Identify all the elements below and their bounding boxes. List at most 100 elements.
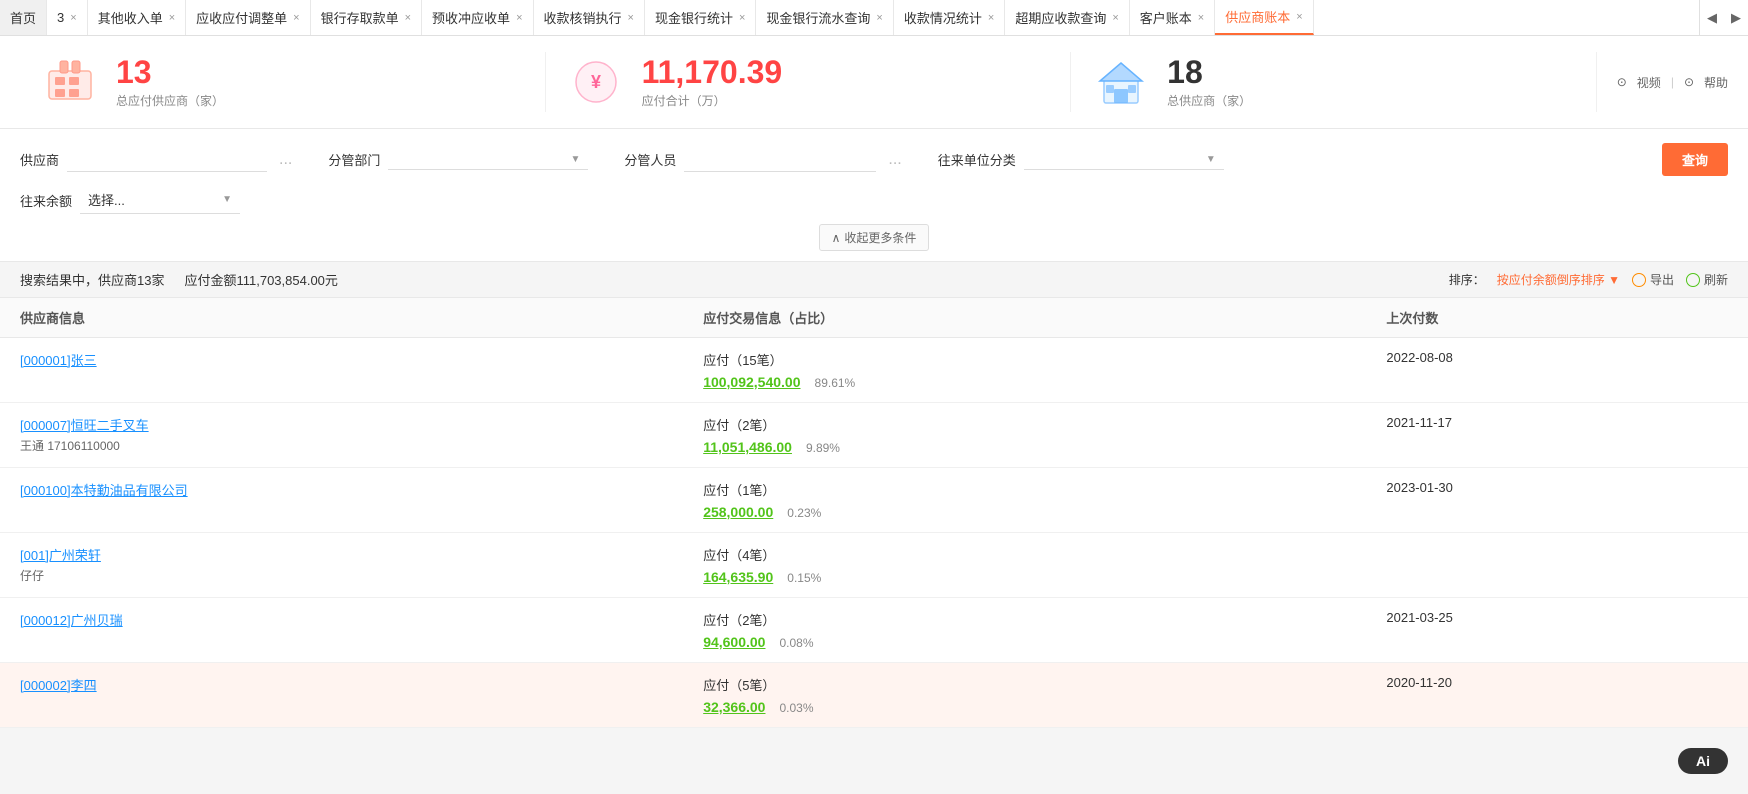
ai-badge[interactable]: Ai — [1678, 748, 1728, 774]
supplier-dots[interactable]: ... — [279, 151, 292, 169]
video-link[interactable]: 视频 — [1637, 74, 1661, 91]
tx-info-5: 应付（2笔） 94,600.00 0.08% — [703, 610, 1386, 650]
tx-amount-6[interactable]: 32,366.00 — [703, 699, 765, 715]
search-button[interactable]: 查询 — [1662, 143, 1728, 176]
col-header-lastpay: 上次付数 — [1386, 308, 1728, 327]
tx-info-2: 应付（2笔） 11,051,486.00 9.89% — [703, 415, 1386, 455]
nav-supplier-ledger[interactable]: 供应商账本 × — [1215, 0, 1313, 35]
person-input[interactable] — [684, 148, 876, 172]
nav-customer-ledger[interactable]: 客户账本 × — [1130, 0, 1215, 35]
tx-amount-5[interactable]: 94,600.00 — [703, 634, 765, 650]
help-link[interactable]: 帮助 — [1704, 74, 1728, 91]
nav-receipt-stat[interactable]: 收款情况统计 × — [894, 0, 1005, 35]
svg-text:¥: ¥ — [591, 72, 601, 92]
nav-cash-stat-close[interactable]: × — [739, 12, 745, 24]
tx-amount-4[interactable]: 164,635.90 — [703, 569, 773, 585]
last-pay-2: 2021-11-17 — [1386, 415, 1728, 430]
nav-advance-close[interactable]: × — [516, 12, 522, 24]
person-filter-label: 分管人员 — [624, 150, 676, 169]
nav-bank-close[interactable]: × — [405, 12, 411, 24]
tx-label-2: 应付（2笔） — [703, 415, 1386, 434]
tx-amount-2[interactable]: 11,051,486.00 — [703, 439, 792, 455]
refresh-button[interactable]: 刷新 — [1686, 271, 1728, 288]
supplier-link-6[interactable]: [000002]李四 — [20, 675, 703, 694]
nav-other-income-close[interactable]: × — [169, 12, 175, 24]
tx-info-3: 应付（1笔） 258,000.00 0.23% — [703, 480, 1386, 520]
nav-cash-bank-stat[interactable]: 现金银行统计 × — [645, 0, 756, 35]
nav-supplier-close[interactable]: × — [1296, 11, 1302, 23]
tx-amount-3[interactable]: 258,000.00 — [703, 504, 773, 520]
category-chevron-icon: ▼ — [1206, 154, 1216, 165]
last-pay-3: 2023-01-30 — [1386, 480, 1728, 495]
video-icon: ⊙ — [1617, 75, 1627, 89]
dept-select[interactable]: ▼ — [388, 150, 588, 170]
stat-block-total: 18 总供应商（家） — [1071, 52, 1597, 112]
nav-cash-bank-query[interactable]: 现金银行流水查询 × — [756, 0, 893, 35]
nav-tab3[interactable]: 3 × — [47, 0, 88, 35]
tx-row-1: 100,092,540.00 89.61% — [703, 371, 1386, 390]
stat-block-suppliers: 13 总应付供应商（家） — [20, 52, 546, 112]
stat-content-total: 18 总供应商（家） — [1167, 56, 1251, 109]
collapse-button[interactable]: ∧ 收起更多条件 — [819, 224, 930, 251]
collapse-label: 收起更多条件 — [844, 229, 916, 246]
supplier-link-2[interactable]: [000007]恒旺二手叉车 — [20, 415, 703, 434]
tx-pct-3: 0.23% — [787, 506, 821, 520]
nav-ar-ap-close[interactable]: × — [293, 12, 299, 24]
nav-cash-query-close[interactable]: × — [876, 12, 882, 24]
nav-receipt-verify[interactable]: 收款核销执行 × — [534, 0, 645, 35]
stat-number-total: 18 — [1167, 56, 1251, 88]
tx-pct-5: 0.08% — [779, 636, 813, 650]
stat-label-suppliers: 总应付供应商（家） — [116, 92, 224, 109]
nav-customer-close[interactable]: × — [1198, 12, 1204, 24]
export-button[interactable]: 导出 — [1632, 271, 1674, 288]
nav-advance-offset[interactable]: 预收冲应收单 × — [422, 0, 533, 35]
balance-select[interactable]: 选择... ▼ — [80, 186, 240, 214]
filter-area: 供应商 ... 分管部门 ▼ 分管人员 ... 往来单位分类 — [0, 129, 1748, 262]
nav-prev-arrow[interactable]: ◀ — [1700, 0, 1724, 36]
table-row: [000001]张三 应付（15笔） 100,092,540.00 89.61%… — [0, 338, 1748, 403]
stat-content-amount: 11,170.39 应付合计（万） — [642, 56, 783, 109]
person-dots[interactable]: ... — [888, 151, 901, 169]
last-pay-5: 2021-03-25 — [1386, 610, 1728, 625]
nav-home[interactable]: 首页 — [0, 0, 47, 35]
nav-receipt-close[interactable]: × — [628, 12, 634, 24]
amount-summary-text: 应付金额111,703,854.00元 — [184, 270, 337, 289]
nav-bank-deposit[interactable]: 银行存取款单 × — [311, 0, 422, 35]
store-icon — [1091, 52, 1151, 112]
balance-chevron-icon: ▼ — [222, 194, 232, 205]
balance-filter-label: 往来余额 — [20, 191, 72, 210]
nav-ar-ap-adjust[interactable]: 应收应付调整单 × — [186, 0, 310, 35]
tx-pct-2: 9.89% — [806, 441, 840, 455]
tx-amount-1[interactable]: 100,092,540.00 — [703, 374, 800, 390]
collapse-chevron-icon: ∧ — [832, 231, 841, 245]
tx-row-2: 11,051,486.00 9.89% — [703, 436, 1386, 455]
table-row: [000012]广州贝瑞 应付（2笔） 94,600.00 0.08% 2021… — [0, 598, 1748, 663]
supplier-link-1[interactable]: [000001]张三 — [20, 350, 703, 369]
balance-placeholder: 选择... — [88, 190, 218, 209]
supplier-link-5[interactable]: [000012]广州贝瑞 — [20, 610, 703, 629]
nav-overdue-label: 超期应收款查询 — [1015, 8, 1106, 27]
amount-icon: ¥ — [566, 52, 626, 112]
category-filter-label: 往来单位分类 — [938, 150, 1016, 169]
sort-value[interactable]: 按应付余额倒序排序 ▼ — [1497, 271, 1620, 288]
tx-pct-4: 0.15% — [787, 571, 821, 585]
nav-next-arrow[interactable]: ▶ — [1724, 0, 1748, 36]
filter-supplier: 供应商 ... — [20, 148, 292, 172]
supplier-link-4[interactable]: [001]广州荣轩 — [20, 545, 703, 564]
supplier-input[interactable] — [67, 148, 267, 172]
supplier-link-3[interactable]: [000100]本特勤油品有限公司 — [20, 480, 703, 499]
nav-overdue-close[interactable]: × — [1112, 12, 1118, 24]
category-select[interactable]: ▼ — [1024, 150, 1224, 170]
last-pay-1: 2022-08-08 — [1386, 350, 1728, 365]
nav-receipt-stat-close[interactable]: × — [988, 12, 994, 24]
nav-customer-label: 客户账本 — [1140, 8, 1192, 27]
stat-block-amount: ¥ 11,170.39 应付合计（万） — [546, 52, 1072, 112]
tx-label-6: 应付（5笔） — [703, 675, 1386, 694]
nav-other-income[interactable]: 其他收入单 × — [88, 0, 186, 35]
filter-row-2: 往来余额 选择... ▼ — [20, 186, 1728, 214]
nav-overdue-query[interactable]: 超期应收款查询 × — [1005, 0, 1129, 35]
nav-tab3-close[interactable]: × — [70, 12, 76, 24]
tx-row-5: 94,600.00 0.08% — [703, 631, 1386, 650]
nav-home-label: 首页 — [10, 8, 36, 27]
nav-bar: 首页 3 × 其他收入单 × 应收应付调整单 × 银行存取款单 × 预收冲应收单… — [0, 0, 1748, 36]
